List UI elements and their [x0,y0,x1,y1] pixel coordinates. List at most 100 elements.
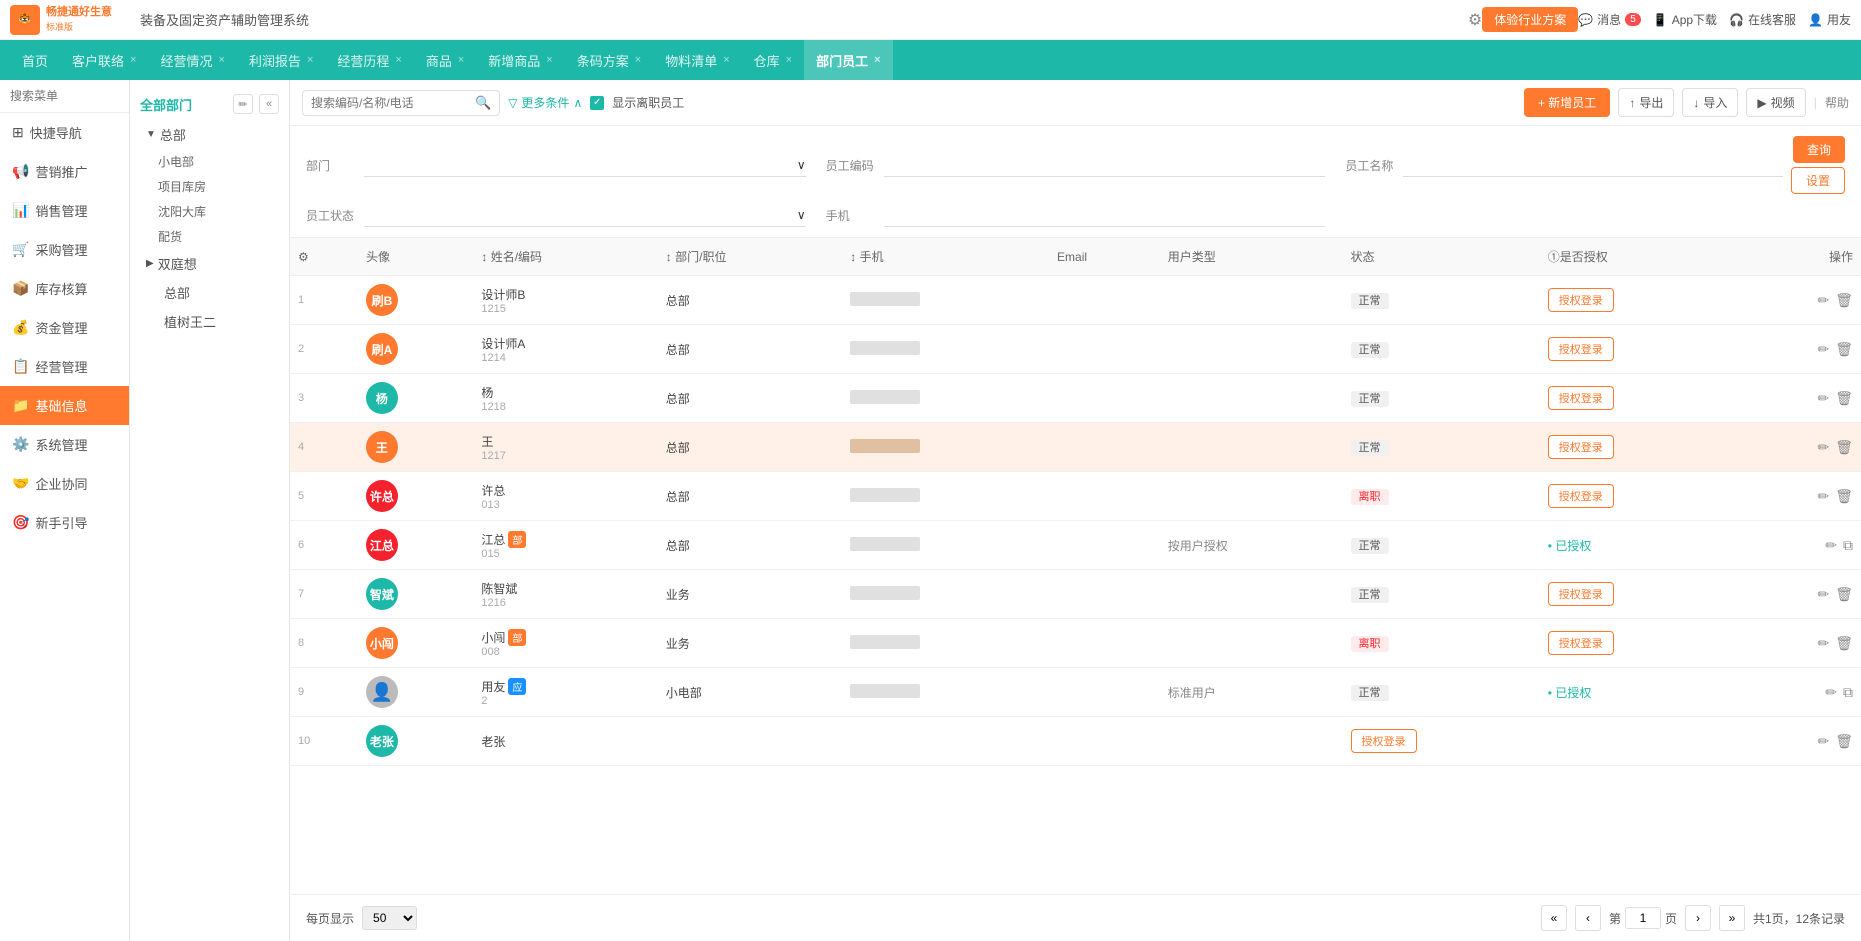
sidebar-item-collab[interactable]: 🤝 企业协同 [0,464,129,503]
tab-profit[interactable]: 利润报告 × [237,40,325,80]
online-service-btn[interactable]: 🎧 在线客服 [1729,11,1796,28]
edit-icon[interactable]: ✏ [1817,733,1829,750]
sidebar-item-nav[interactable]: ⊞ 快捷导航 [0,113,129,152]
dept-collapse-icon[interactable]: « [259,94,279,114]
next-page-btn[interactable]: › [1685,905,1711,931]
sidebar-item-basic-info[interactable]: 📁 基础信息 [0,386,129,425]
close-icon[interactable]: × [546,54,552,66]
delete-icon[interactable]: 🗑 [1835,390,1853,407]
tree-node-shuangting[interactable]: ▶ 双庭想 [130,249,289,278]
tree-child-shenyang[interactable]: 沈阳大库 [130,199,289,224]
emp-name-input[interactable] [1403,154,1783,177]
emp-code-input[interactable] [884,154,1326,177]
status-badge: 正常 [1351,440,1389,456]
filter-btn[interactable]: ▽ 更多条件 ∧ [508,94,582,111]
edit-icon[interactable]: ✏ [1817,586,1829,603]
page-input[interactable] [1625,907,1661,929]
auth-btn[interactable]: 授权登录 [1548,386,1614,410]
edit-icon[interactable]: ✏ [1817,488,1829,505]
delete-icon[interactable]: 🗑 [1835,292,1853,309]
tree-child-project[interactable]: 项目库房 [130,174,289,199]
prev-page-btn[interactable]: ‹ [1575,905,1601,931]
auth-btn[interactable]: 授权登录 [1548,484,1614,508]
close-icon[interactable]: × [307,54,313,66]
sidebar-item-operations[interactable]: 📋 经营管理 [0,347,129,386]
sidebar-item-finance[interactable]: 💰 资金管理 [0,308,129,347]
help-btn[interactable]: 帮助 [1825,94,1849,111]
auth-btn[interactable]: 授权登录 [1548,435,1614,459]
sidebar-search-input[interactable] [10,89,130,103]
sidebar-item-purchase[interactable]: 🛒 采购管理 [0,230,129,269]
add-employee-btn[interactable]: + 新增员工 [1524,88,1610,117]
tab-barcode[interactable]: 条码方案 × [565,40,653,80]
first-page-btn[interactable]: « [1541,905,1567,931]
tree-node-head[interactable]: 总部 [130,278,289,307]
close-icon[interactable]: × [635,54,641,66]
message-btn[interactable]: 💬 消息 5 [1578,11,1641,28]
trial-btn[interactable]: 体验行业方案 [1482,7,1578,32]
auth-btn[interactable]: 授权登录 [1548,337,1614,361]
search-input[interactable] [311,96,471,110]
close-icon[interactable]: × [723,54,729,66]
tab-bom[interactable]: 物料清单 × [653,40,741,80]
close-icon[interactable]: × [395,54,401,66]
close-icon[interactable]: × [130,54,136,66]
delete-icon[interactable]: 🗑 [1835,439,1853,456]
close-icon[interactable]: × [786,54,792,66]
tree-child-distribution[interactable]: 配货 [130,224,289,249]
tree-child-xiaodian[interactable]: 小电部 [130,149,289,174]
tree-node-zhishu[interactable]: 植树王二 [130,307,289,336]
close-icon[interactable]: × [218,54,224,66]
query-btn[interactable]: 查询 [1793,136,1845,163]
close-icon[interactable]: × [458,54,464,66]
phone-input[interactable] [884,204,1326,227]
user-menu-btn[interactable]: 👤 用友 [1808,11,1851,28]
tab-history[interactable]: 经营历程 × [325,40,413,80]
app-download-btn[interactable]: 📱 App下载 [1653,11,1717,28]
sidebar-item-sales[interactable]: 📊 销售管理 [0,191,129,230]
close-icon[interactable]: × [874,54,880,66]
edit-icon[interactable]: ✏ [1817,439,1829,456]
auth-btn[interactable]: 授权登录 [1548,582,1614,606]
auth-btn[interactable]: 授权登录 [1548,631,1614,655]
edit-icon[interactable]: ✏ [1825,537,1837,554]
operations-icon: 📋 [12,358,29,375]
tab-home[interactable]: 首页 [10,40,60,80]
tab-customer[interactable]: 客户联络 × [60,40,148,80]
sidebar-item-marketing[interactable]: 📢 营销推广 [0,152,129,191]
edit-icon[interactable]: ✏ [1817,390,1829,407]
tab-goods[interactable]: 商品 × [414,40,476,80]
reset-btn[interactable]: 设置 [1791,167,1845,194]
delete-icon[interactable]: 🗑 [1835,341,1853,358]
tab-warehouse[interactable]: 仓库 × [742,40,804,80]
show-resigned-checkbox[interactable]: ✓ 显示离职员工 [590,94,684,111]
copy-icon[interactable]: ⧉ [1843,684,1853,701]
edit-icon[interactable]: ✏ [1817,341,1829,358]
edit-icon[interactable]: ✏ [1817,635,1829,652]
auth-btn[interactable]: 授权登录 [1548,288,1614,312]
delete-icon[interactable]: 🗑 [1835,733,1853,750]
edit-icon[interactable]: ✏ [1825,684,1837,701]
export-btn[interactable]: ↑ 导出 [1618,88,1674,117]
last-page-btn[interactable]: » [1719,905,1745,931]
tab-employees[interactable]: 部门员工 × [804,40,892,80]
delete-icon[interactable]: 🗑 [1835,586,1853,603]
tree-node-general[interactable]: ▼ 总部 [130,120,289,149]
sidebar-item-system[interactable]: ⚙️ 系统管理 [0,425,129,464]
delete-icon[interactable]: 🗑 [1835,635,1853,652]
dept-select[interactable]: ∨ [364,154,806,177]
emp-status-select[interactable]: ∨ [364,204,806,227]
dept-edit-icon[interactable]: ✏ [233,94,253,114]
copy-icon[interactable]: ⧉ [1843,537,1853,554]
import-btn[interactable]: ↓ 导入 [1682,88,1738,117]
tab-operation[interactable]: 经营情况 × [148,40,236,80]
sidebar-item-guide[interactable]: 🎯 新手引导 [0,503,129,542]
page-size-select[interactable]: 50 100 [362,906,417,930]
tab-add-goods[interactable]: 新增商品 × [476,40,564,80]
video-btn[interactable]: ▶ 视频 [1746,88,1805,117]
auth-btn[interactable]: 授权登录 [1351,729,1417,753]
edit-icon[interactable]: ✏ [1817,292,1829,309]
sidebar-item-inventory[interactable]: 📦 库存核算 [0,269,129,308]
delete-icon[interactable]: 🗑 [1835,488,1853,505]
settings-icon[interactable]: ⚙ [1468,10,1482,30]
